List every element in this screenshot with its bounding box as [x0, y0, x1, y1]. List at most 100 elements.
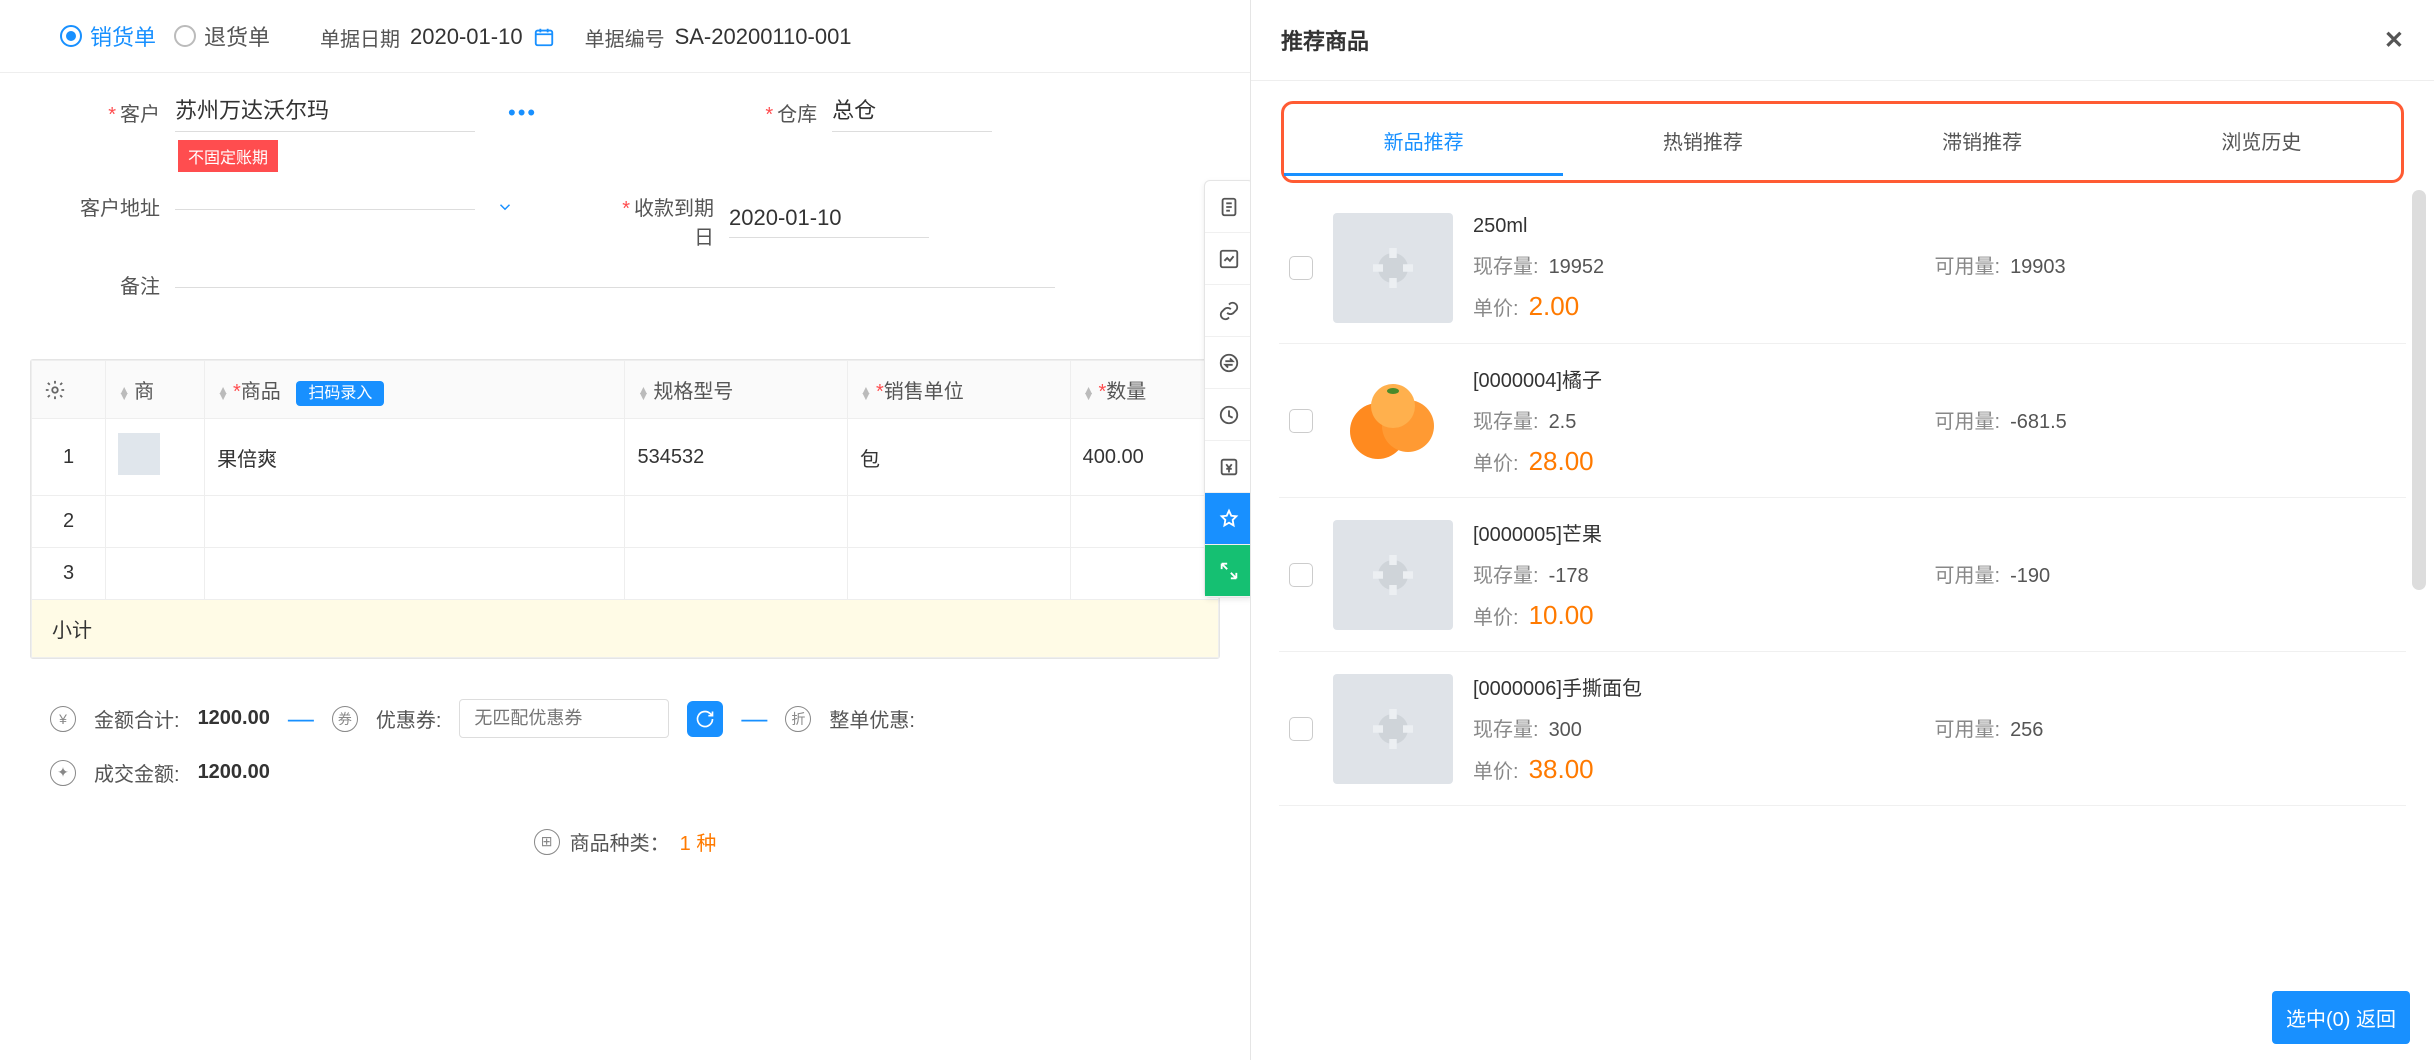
product-checkbox[interactable]: [1289, 563, 1313, 587]
close-icon[interactable]: ✕: [2384, 26, 2404, 55]
tab-sales-order[interactable]: 销货单: [60, 20, 156, 52]
row-product[interactable]: 果倍爽: [205, 419, 625, 496]
row-index: 1: [32, 419, 106, 496]
warehouse-value: 总仓: [832, 93, 992, 132]
product-price: 单价:10.00: [1473, 600, 1935, 631]
doc-date-label: 单据日期: [320, 23, 400, 52]
product-avail: 可用量:19903: [1935, 250, 2397, 279]
refresh-coupon-button[interactable]: [687, 701, 723, 737]
amount-value: 1200.00: [198, 707, 270, 730]
product-price: 单价:38.00: [1473, 754, 1935, 785]
panel-title: 推荐商品: [1281, 24, 1369, 56]
row-unit[interactable]: 包: [848, 419, 1071, 496]
col-spec[interactable]: ▲▼规格型号: [625, 361, 848, 419]
customer-more-icon[interactable]: •••: [508, 100, 537, 126]
scan-input-button[interactable]: 扫码录入: [296, 381, 384, 406]
line-items-table: ▲▼商 ▲▼*商品 扫码录入 ▲▼规格型号 ▲▼*销售单位 ▲▼*数量 1: [30, 359, 1220, 659]
rail-receive-icon[interactable]: [1205, 389, 1253, 441]
doc-number-field: 单据编号 SA-20200110-001: [585, 23, 852, 52]
deal-icon: ✦: [50, 760, 76, 786]
product-image-placeholder: [1333, 520, 1453, 630]
product-image-placeholder: [1333, 674, 1453, 784]
col-unit[interactable]: ▲▼*销售单位: [848, 361, 1071, 419]
scrollbar[interactable]: [2412, 190, 2426, 590]
list-item[interactable]: [0000005]芒果 现存量:-178 可用量:-190 单价:10.00: [1279, 498, 2406, 652]
form-area: *客户 苏州万达沃尔玛 ••• 不固定账期 *仓库 总仓 客户地址: [0, 73, 1250, 339]
tab-slow-products[interactable]: 滞销推荐: [1843, 108, 2122, 176]
product-list[interactable]: 250ml 现存量:19952 可用量:19903 单价:2.00 [00000…: [1279, 193, 2406, 965]
calendar-icon[interactable]: [533, 26, 555, 48]
tab-browse-history[interactable]: 浏览历史: [2122, 108, 2401, 176]
row-spec[interactable]: 534532: [625, 419, 848, 496]
table-row[interactable]: 3: [32, 548, 1219, 600]
doc-number-label: 单据编号: [585, 23, 665, 52]
warehouse-label: 仓库: [777, 104, 817, 126]
list-item[interactable]: [0000004]橘子 现存量:2.5 可用量:-681.5 单价:28.00: [1279, 344, 2406, 498]
rail-expand-icon[interactable]: [1205, 545, 1253, 597]
doc-date-field[interactable]: 单据日期 2020-01-10: [320, 23, 555, 52]
row-thumb: [106, 419, 205, 496]
tab-hot-products[interactable]: 热销推荐: [1563, 108, 1842, 176]
product-avail: 可用量:-190: [1935, 559, 2397, 588]
deal-label: 成交金额:: [94, 758, 180, 787]
table-row[interactable]: 2: [32, 496, 1219, 548]
rail-link-icon[interactable]: [1205, 285, 1253, 337]
row-qty[interactable]: 400.00: [1070, 419, 1218, 496]
product-name: [0000004]橘子: [1473, 364, 2396, 393]
col-product[interactable]: ▲▼*商品 扫码录入: [205, 361, 625, 419]
product-image: [1333, 366, 1453, 476]
customer-badge: 不固定账期: [178, 140, 278, 172]
tab-new-products[interactable]: 新品推荐: [1284, 108, 1563, 176]
coupon-input[interactable]: [459, 699, 669, 738]
deal-value: 1200.00: [198, 761, 270, 784]
product-kind-value: 1 种: [680, 827, 717, 856]
rail-notes-icon[interactable]: [1205, 181, 1253, 233]
rail-chart-icon[interactable]: [1205, 233, 1253, 285]
product-price: 单价:28.00: [1473, 446, 1935, 477]
remark-value: [175, 281, 1055, 288]
order-type-tabs: 销货单 退货单: [40, 12, 290, 62]
sales-order-form: 销货单 退货单 单据日期 2020-01-10 单据编号 SA-20200110…: [0, 0, 1250, 1060]
rail-transfer-icon[interactable]: [1205, 337, 1253, 389]
whole-discount-label: 整单优惠:: [829, 704, 915, 733]
list-item[interactable]: [0000006]手撕面包 现存量:300 可用量:256 单价:38.00: [1279, 652, 2406, 806]
tab-return-order[interactable]: 退货单: [174, 20, 270, 52]
due-date-field[interactable]: *收款到期日 2020-01-10: [604, 192, 929, 250]
remark-field[interactable]: 备注: [50, 270, 1055, 299]
product-checkbox[interactable]: [1289, 717, 1313, 741]
product-stock: 现存量:-178: [1473, 559, 1935, 588]
row-index: 3: [32, 548, 106, 600]
radio-selected-icon: [60, 25, 82, 47]
discount-icon: 折: [785, 706, 811, 732]
product-kind-label: 商品种类：: [570, 827, 670, 856]
select-return-button[interactable]: 选中(0) 返回: [2272, 991, 2410, 1044]
gear-column[interactable]: [32, 361, 106, 419]
coupon-label: 优惠券:: [376, 704, 442, 733]
chevron-down-icon[interactable]: [496, 198, 514, 216]
doc-number-value: SA-20200110-001: [675, 24, 852, 50]
due-value: 2020-01-10: [729, 205, 929, 238]
list-item[interactable]: 250ml 现存量:19952 可用量:19903 单价:2.00: [1279, 193, 2406, 344]
col-merch[interactable]: ▲▼商: [106, 361, 205, 419]
product-name: [0000005]芒果: [1473, 518, 2396, 547]
product-checkbox[interactable]: [1289, 256, 1313, 280]
table-row[interactable]: 1 果倍爽 534532 包 400.00: [32, 419, 1219, 496]
address-field[interactable]: 客户地址: [50, 192, 514, 221]
product-image-placeholder: [1333, 213, 1453, 323]
customer-field[interactable]: *客户 苏州万达沃尔玛 •••: [50, 93, 537, 132]
row-index: 2: [32, 496, 106, 548]
product-avail: 可用量:256: [1935, 713, 2397, 742]
side-action-rail: [1204, 180, 1254, 598]
rail-favorite-icon[interactable]: [1205, 493, 1253, 545]
customer-value: 苏州万达沃尔玛: [175, 93, 475, 132]
amount-label: 金额合计:: [94, 704, 180, 733]
product-stock: 现存量:19952: [1473, 250, 1935, 279]
rail-currency-icon[interactable]: [1205, 441, 1253, 493]
bottom-product-count: ⊞ 商品种类： 1 种: [0, 807, 1250, 876]
customer-label: 客户: [120, 104, 160, 126]
tab-sales-label: 销货单: [90, 20, 156, 52]
col-qty[interactable]: ▲▼*数量: [1070, 361, 1218, 419]
coupon-icon: 券: [332, 706, 358, 732]
product-checkbox[interactable]: [1289, 409, 1313, 433]
warehouse-field[interactable]: *仓库 总仓: [707, 93, 992, 132]
